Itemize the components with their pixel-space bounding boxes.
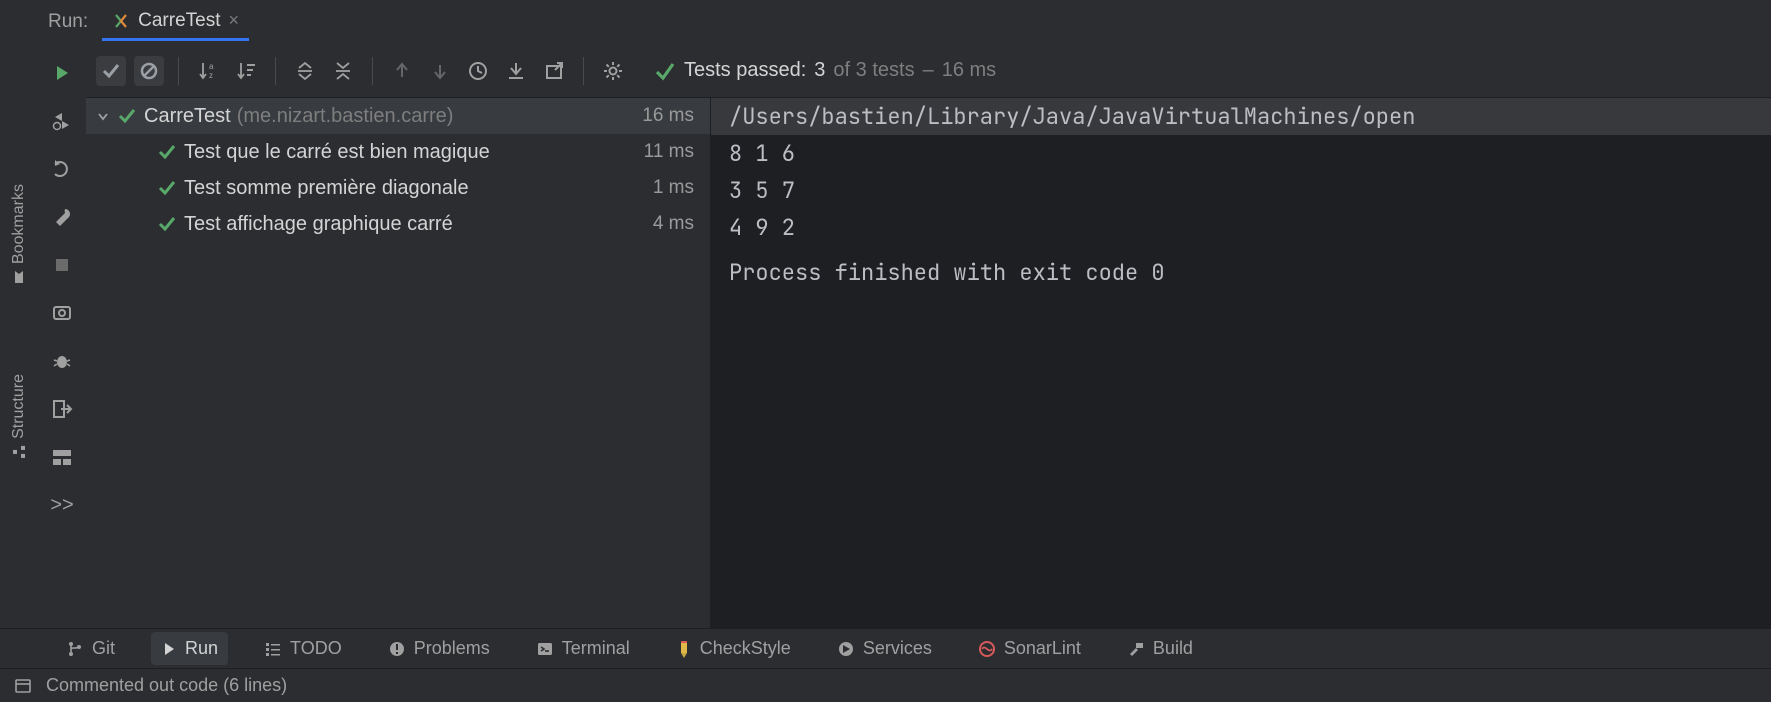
- tab-run[interactable]: Run: [151, 632, 228, 665]
- tab-todo[interactable]: TODO: [254, 632, 352, 665]
- export-tests-icon[interactable]: [539, 56, 569, 86]
- expand-all-icon[interactable]: [290, 56, 320, 86]
- tests-passed-prefix: Tests passed:: [684, 59, 806, 82]
- test-passed-icon: [158, 143, 176, 161]
- test-passed-icon: [158, 179, 176, 197]
- rerun-icon[interactable]: [47, 58, 77, 88]
- play-icon: [161, 641, 177, 657]
- run-tool-rail: >>: [38, 44, 86, 628]
- status-message: Commented out code (6 lines): [46, 675, 287, 696]
- test-name: Test somme première diagonale: [184, 177, 469, 200]
- console-output[interactable]: /Users/bastien/Library/Java/JavaVirtualM…: [710, 98, 1771, 628]
- run-label: Run:: [48, 11, 88, 33]
- chevron-down-icon[interactable]: [96, 109, 118, 123]
- gear-icon[interactable]: [598, 56, 628, 86]
- structure-tool-button[interactable]: Structure: [10, 374, 28, 459]
- bottom-tool-tabs: Git Run TODO Problems Terminal CheckStyl…: [0, 628, 1771, 668]
- test-tree-root[interactable]: CarreTest (me.nizart.bastien.carre) 16 m…: [86, 98, 710, 134]
- list-icon: [264, 640, 282, 658]
- console-line: 3 5 7: [711, 172, 1771, 209]
- test-tree-item[interactable]: Test somme première diagonale 1 ms: [86, 170, 710, 206]
- sort-alpha-icon[interactable]: az: [193, 56, 223, 86]
- pencil-icon: [676, 640, 692, 658]
- separator: [372, 57, 373, 85]
- wrench-icon[interactable]: [47, 202, 77, 232]
- exit-icon[interactable]: [47, 394, 77, 424]
- test-tree[interactable]: CarreTest (me.nizart.bastien.carre) 16 m…: [86, 98, 710, 628]
- collapse-all-icon[interactable]: [328, 56, 358, 86]
- hammer-icon: [1127, 640, 1145, 658]
- console-command-line[interactable]: /Users/bastien/Library/Java/JavaVirtualM…: [711, 98, 1771, 135]
- test-tree-item[interactable]: Test que le carré est bien magique 11 ms: [86, 134, 710, 170]
- next-failed-icon[interactable]: [425, 56, 455, 86]
- tests-duration: 16 ms: [942, 59, 996, 82]
- tab-problems[interactable]: Problems: [378, 632, 500, 665]
- tab-git[interactable]: Git: [56, 632, 125, 665]
- console-line: 4 9 2: [711, 209, 1771, 246]
- test-class-name: CarreTest: [144, 105, 231, 128]
- tab-sonarlint[interactable]: SonarLint: [968, 632, 1091, 665]
- layout-icon[interactable]: [47, 442, 77, 472]
- test-name: Test affichage graphique carré: [184, 213, 453, 236]
- close-icon[interactable]: ×: [229, 10, 240, 31]
- console-line: [711, 246, 1771, 254]
- run-tool-header: Run: CarreTest ×: [0, 0, 1771, 44]
- tests-total: of 3 tests: [833, 59, 914, 82]
- git-branch-icon: [66, 640, 84, 658]
- run-config-name: CarreTest: [138, 10, 220, 32]
- tab-services[interactable]: Services: [827, 632, 942, 665]
- svg-text:a: a: [209, 62, 214, 71]
- tab-terminal[interactable]: Terminal: [526, 632, 640, 665]
- debug-icon[interactable]: [47, 346, 77, 376]
- tab-checkstyle[interactable]: CheckStyle: [666, 632, 801, 665]
- sonarlint-icon: [978, 640, 996, 658]
- toggle-auto-test-icon[interactable]: [47, 154, 77, 184]
- dash: –: [923, 59, 934, 82]
- show-ignored-icon[interactable]: [134, 56, 164, 86]
- stop-icon[interactable]: [47, 250, 77, 280]
- tab-build[interactable]: Build: [1117, 632, 1203, 665]
- left-rail: Bookmarks Structure: [0, 44, 38, 628]
- test-passed-icon: [158, 215, 176, 233]
- test-name: Test que le carré est bien magique: [184, 141, 490, 164]
- more-icon[interactable]: >>: [50, 494, 73, 517]
- warning-icon: [388, 640, 406, 658]
- console-line: 8 1 6: [711, 135, 1771, 172]
- run-config-icon: [112, 12, 130, 30]
- check-icon: [654, 60, 676, 82]
- rerun-failed-icon[interactable]: [47, 106, 77, 136]
- prev-failed-icon[interactable]: [387, 56, 417, 86]
- separator: [178, 57, 179, 85]
- separator: [583, 57, 584, 85]
- test-passed-icon: [118, 107, 136, 125]
- svg-text:z: z: [209, 71, 213, 80]
- terminal-icon: [536, 640, 554, 658]
- dump-threads-icon[interactable]: [47, 298, 77, 328]
- console-line: Process finished with exit code 0: [711, 254, 1771, 291]
- run-config-tab[interactable]: CarreTest ×: [102, 4, 249, 41]
- bookmarks-tool-button[interactable]: Bookmarks: [10, 184, 28, 284]
- tests-passed-count: 3: [814, 59, 825, 82]
- test-toolbar: az: [86, 44, 1771, 98]
- test-history-icon[interactable]: [463, 56, 493, 86]
- test-class-package: (me.nizart.bastien.carre): [237, 105, 454, 128]
- show-passed-icon[interactable]: [96, 56, 126, 86]
- sort-duration-icon[interactable]: [231, 56, 261, 86]
- separator: [275, 57, 276, 85]
- status-bar: Commented out code (6 lines): [0, 668, 1771, 702]
- import-tests-icon[interactable]: [501, 56, 531, 86]
- test-tree-item[interactable]: Test affichage graphique carré 4 ms: [86, 206, 710, 242]
- tests-status: Tests passed: 3 of 3 tests – 16 ms: [654, 59, 996, 82]
- window-icon[interactable]: [14, 677, 32, 695]
- services-icon: [837, 640, 855, 658]
